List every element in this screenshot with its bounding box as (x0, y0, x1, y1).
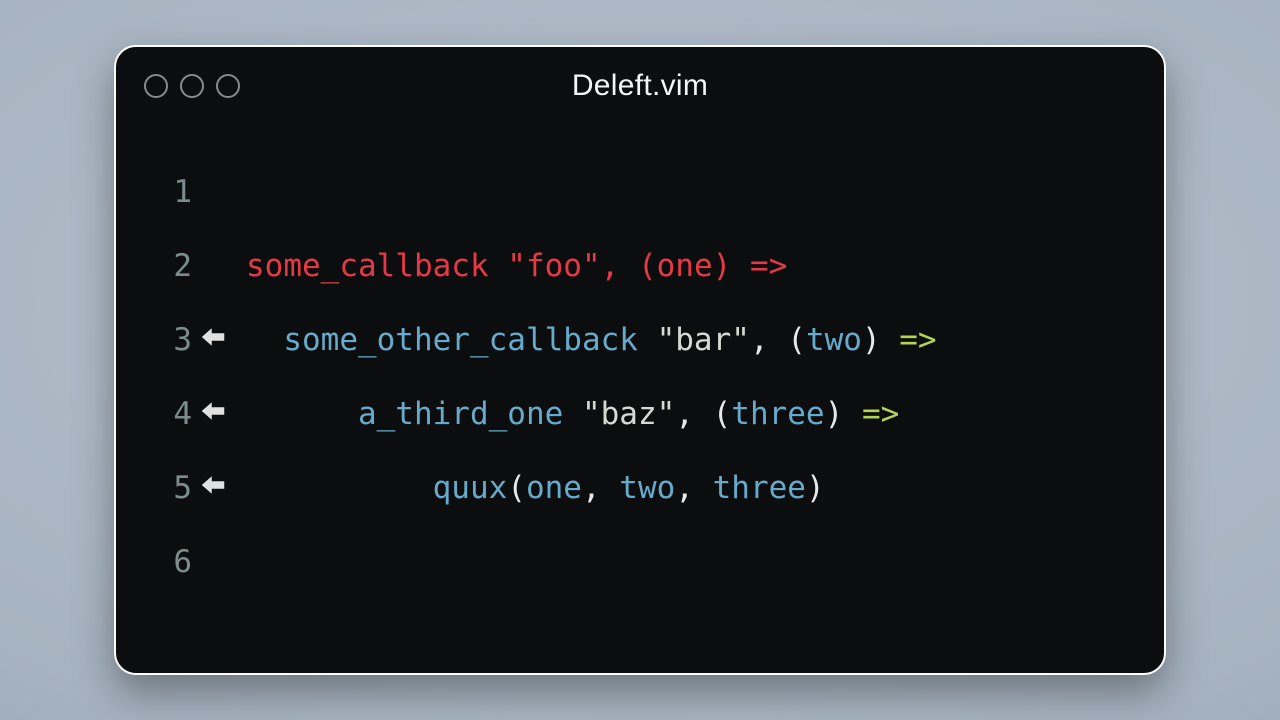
code-token: "foo" (507, 248, 600, 284)
line-number: 1 (146, 177, 198, 208)
code-content: some_callback "foo", (one) => (246, 251, 1134, 282)
line-number: 3 (146, 325, 198, 356)
code-token: ) (806, 470, 825, 506)
code-token: => (899, 322, 936, 358)
code-content: some_other_callback "bar", (two) => (246, 325, 1134, 356)
code-token: , (one) (601, 248, 750, 284)
code-token: a_third_one (246, 396, 582, 432)
code-token: ) (825, 396, 862, 432)
close-icon[interactable] (144, 74, 168, 98)
dedent-arrow-icon (198, 322, 228, 358)
code-line[interactable]: 1 (146, 155, 1134, 229)
line-number: 4 (146, 399, 198, 430)
window-controls (144, 74, 240, 98)
window-title: Deleft.vim (116, 69, 1164, 103)
code-token: "bar" (657, 322, 750, 358)
window-titlebar: Deleft.vim (116, 47, 1164, 125)
code-line[interactable]: 3 some_other_callback "bar", (two) => (146, 303, 1134, 377)
dedent-arrow-icon (198, 396, 228, 432)
code-editor[interactable]: 12some_callback "foo", (one) =>3 some_ot… (116, 125, 1164, 629)
code-token: "baz" (582, 396, 675, 432)
code-token: some_callback (246, 248, 507, 284)
code-line[interactable]: 4 a_third_one "baz", (three) => (146, 377, 1134, 451)
code-token: => (862, 396, 899, 432)
code-token: , ( (750, 322, 806, 358)
code-token: ) (862, 322, 899, 358)
code-token: three (713, 470, 806, 506)
code-token: , (582, 470, 619, 506)
code-token: some_other_callback (246, 322, 657, 358)
gutter (198, 396, 246, 432)
code-token: two (619, 470, 675, 506)
line-number: 6 (146, 547, 198, 578)
code-token: => (750, 248, 787, 284)
code-token: one (526, 470, 582, 506)
line-number: 5 (146, 473, 198, 504)
code-token: quux (246, 470, 507, 506)
code-token: , ( (675, 396, 731, 432)
page-background: Deleft.vim 1 2 some_callback "foo", (one) … (0, 0, 1280, 720)
code-line[interactable]: 2 some_callback "foo", (one) => (146, 229, 1134, 303)
dedent-arrow-icon (198, 470, 228, 506)
code-content: quux(one, two, three) (246, 473, 1134, 504)
line-number: 2 (146, 251, 198, 282)
code-content: a_third_one "baz", (three) => (246, 399, 1134, 430)
code-token: ( (507, 470, 526, 506)
gutter (198, 470, 246, 506)
code-line[interactable]: 6 (146, 525, 1134, 599)
zoom-icon[interactable] (216, 74, 240, 98)
code-token: three (731, 396, 824, 432)
code-line[interactable]: 5 quux(one, two, three) (146, 451, 1134, 525)
minimize-icon[interactable] (180, 74, 204, 98)
code-token: , (675, 470, 712, 506)
code-token: two (806, 322, 862, 358)
gutter (198, 322, 246, 358)
terminal-window: Deleft.vim 1 2 some_callback "foo", (one) … (114, 45, 1166, 675)
